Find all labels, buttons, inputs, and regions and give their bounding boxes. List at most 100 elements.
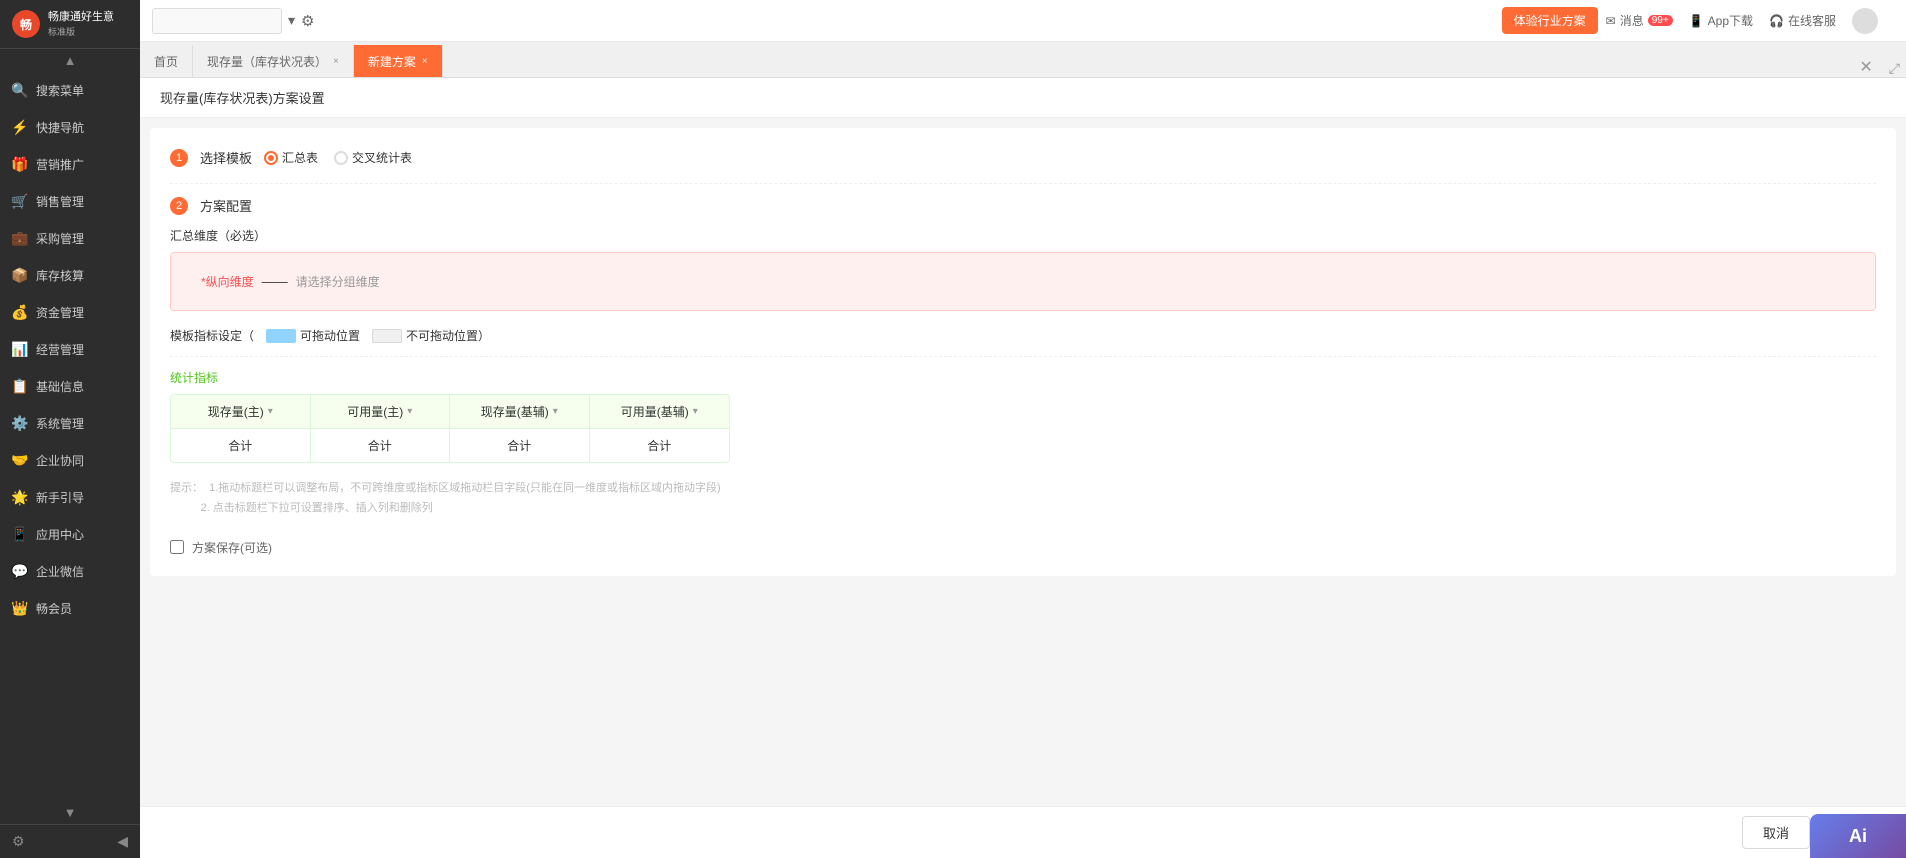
tabs-bar: 首页 现存量（库存状况表） × 新建方案 × ✕ ⤢ [140, 42, 1906, 78]
tab-home[interactable]: 首页 [140, 45, 193, 77]
online-service-button[interactable]: 🎧 在线客服 [1769, 12, 1836, 29]
indicator-nondrag: 不可拖动位置） [372, 327, 490, 344]
radio-summary[interactable]: 汇总表 [264, 149, 318, 166]
hint-section: 提示： 1.拖动标题栏可以调整布局，不可跨维度或指标区域拖动栏目字段(只能在同一… [170, 479, 1876, 519]
tabs-expand[interactable]: ⤢ [1883, 60, 1906, 77]
tab-inventory-label: 现存量（库存状况表） [207, 53, 327, 70]
sidebar-item-system[interactable]: ⚙️ 系统管理 [0, 405, 140, 442]
hint-title: 提示： 1.拖动标题栏可以调整布局，不可跨维度或指标区域拖动栏目字段(只能在同一… [170, 479, 1876, 499]
chevron-col2: ▾ [407, 406, 412, 417]
settings-icon[interactable]: ⚙ [12, 833, 25, 850]
quicknav-icon: ⚡ [12, 120, 28, 136]
main-area: ▾ ⚙ 体验行业方案 ✉ 消息 99+ 📱 App下载 🎧 在线客服 首页 [140, 0, 1906, 858]
sidebar-item-newguide[interactable]: 🌟 新手引导 [0, 479, 140, 516]
indicator-row: 模板指标设定（ 可拖动位置 不可拖动位置） [170, 327, 1876, 344]
sidebar-item-basic[interactable]: 📋 基础信息 [0, 368, 140, 405]
sidebar-item-purchase[interactable]: 💼 采购管理 [0, 220, 140, 257]
operation-icon: 📊 [12, 342, 28, 358]
sidebar-item-finance[interactable]: 💰 资金管理 [0, 294, 140, 331]
summary-dim-label: 汇总维度（必选） [170, 227, 1876, 244]
indicator-draggable: 可拖动位置 [266, 327, 360, 344]
sidebar-item-quicknav[interactable]: ⚡ 快捷导航 [0, 109, 140, 146]
radio-cross[interactable]: 交叉统计表 [334, 149, 412, 166]
step2-label: 方案配置 [200, 196, 252, 215]
content-area: 现存量(库存状况表)方案设置 1 选择模板 汇总表 交叉统计表 [140, 78, 1906, 806]
stat-section-label: 统计指标 [170, 369, 1876, 386]
search-input[interactable] [152, 8, 282, 34]
save-checkbox[interactable] [170, 540, 184, 554]
hint-row2: 2. 点击标题栏下拉可设置排序、插入列和删除列 [170, 499, 1876, 519]
gear-icon[interactable]: ⚙ [301, 12, 314, 30]
enterprise-icon: 🤝 [12, 453, 28, 469]
sidebar-item-inventory[interactable]: 📦 库存核算 [0, 257, 140, 294]
message-badge: 99+ [1648, 15, 1673, 26]
sidebar-item-wechat[interactable]: 💬 企业微信 [0, 553, 140, 590]
divider1 [170, 183, 1876, 184]
sidebar-item-search[interactable]: 🔍 搜索菜单 [0, 72, 140, 109]
step1-row: 1 选择模板 汇总表 交叉统计表 [170, 148, 1876, 167]
step1-label: 选择模板 [200, 148, 252, 167]
tab-inventory[interactable]: 现存量（库存状况表） × [193, 45, 354, 77]
stat-header-col1[interactable]: 现存量(主) ▾ [171, 395, 311, 428]
save-label: 方案保存(可选) [192, 539, 272, 556]
bottom-actions: 取消 查询 [140, 806, 1906, 858]
marketing-icon: 🎁 [12, 157, 28, 173]
tab-new-scheme-close[interactable]: × [422, 56, 428, 67]
stat-body-cell-4: 合计 [590, 429, 730, 462]
inventory-icon: 📦 [12, 268, 28, 284]
cancel-button[interactable]: 取消 [1742, 816, 1810, 849]
dropdown-icon[interactable]: ▾ [288, 12, 295, 29]
dimension-box[interactable]: *纵向维度 —— 请选择分组维度 [170, 252, 1876, 311]
sidebar-scroll-down[interactable]: ▼ [0, 801, 140, 824]
chevron-col1: ▾ [268, 406, 273, 417]
stat-header-col4[interactable]: 可用量(基辅) ▾ [590, 395, 730, 428]
stat-table-body: 合计 合计 合计 合计 [171, 428, 729, 462]
tabs-close-all[interactable]: ✕ [1849, 57, 1882, 77]
stat-table: 现存量(主) ▾ 可用量(主) ▾ 现存量(基辅) ▾ 可用量(基辅) ▾ [170, 394, 730, 463]
footer-section: 方案保存(可选) [170, 539, 1876, 556]
scheme-panel: 1 选择模板 汇总表 交叉统计表 2 方案配置 [150, 128, 1896, 576]
app-icon: 📱 [1689, 14, 1704, 28]
tab-new-scheme-label: 新建方案 [368, 53, 416, 70]
topbar-input-area: ▾ ⚙ [152, 8, 1494, 34]
newguide-icon: 🌟 [12, 490, 28, 506]
message-label: 消息 [1620, 12, 1644, 29]
sidebar-bottom: ⚙ ◀ [0, 824, 140, 858]
tab-inventory-close[interactable]: × [333, 56, 339, 67]
indicator-title-text: 模板指标设定（ [170, 327, 254, 344]
step1-badge: 1 [170, 149, 188, 167]
app-download-button[interactable]: 📱 App下载 [1689, 12, 1753, 29]
sidebar-item-member[interactable]: 👑 畅会员 [0, 590, 140, 627]
avatar[interactable] [1852, 8, 1878, 34]
message-button[interactable]: ✉ 消息 99+ [1606, 12, 1673, 29]
divider2 [170, 356, 1876, 357]
volume-icon[interactable]: ◀ [117, 833, 128, 850]
tab-home-label: 首页 [154, 53, 178, 70]
stat-body-cell-2: 合计 [311, 429, 451, 462]
dim-placeholder: 请选择分组维度 [296, 273, 380, 290]
logo-icon: 畅 [12, 10, 40, 38]
draggable-box [266, 329, 296, 343]
sidebar-scroll-up[interactable]: ▲ [0, 49, 140, 72]
tab-new-scheme[interactable]: 新建方案 × [354, 45, 443, 77]
nondrag-label: 不可拖动位置） [406, 327, 490, 344]
sidebar-item-operation[interactable]: 📊 经营管理 [0, 331, 140, 368]
system-icon: ⚙️ [12, 416, 28, 432]
stat-header-col2[interactable]: 可用量(主) ▾ [311, 395, 451, 428]
sidebar-item-enterprise[interactable]: 🤝 企业协同 [0, 442, 140, 479]
sidebar-item-apps[interactable]: 📱 应用中心 [0, 516, 140, 553]
sidebar-item-marketing[interactable]: 🎁 营销推广 [0, 146, 140, 183]
apps-icon: 📱 [12, 527, 28, 543]
sidebar: 畅 畅康通好生意 标准版 ▲ 🔍 搜索菜单 ⚡ 快捷导航 🎁 营销推广 🛒 销售… [0, 0, 140, 858]
finance-icon: 💰 [12, 305, 28, 321]
trial-button[interactable]: 体验行业方案 [1502, 7, 1598, 34]
stat-header-col3[interactable]: 现存量(基辅) ▾ [450, 395, 590, 428]
member-icon: 👑 [12, 601, 28, 617]
ai-badge[interactable]: Ai [1810, 814, 1906, 858]
radio-cross-dot [334, 151, 348, 165]
stat-body-cell-1: 合计 [171, 429, 311, 462]
template-radio-group: 汇总表 交叉统计表 [264, 149, 412, 166]
sidebar-item-sales[interactable]: 🛒 销售管理 [0, 183, 140, 220]
sidebar-logo: 畅 畅康通好生意 标准版 [0, 0, 140, 49]
required-dim-label: *纵向维度 [201, 273, 254, 290]
